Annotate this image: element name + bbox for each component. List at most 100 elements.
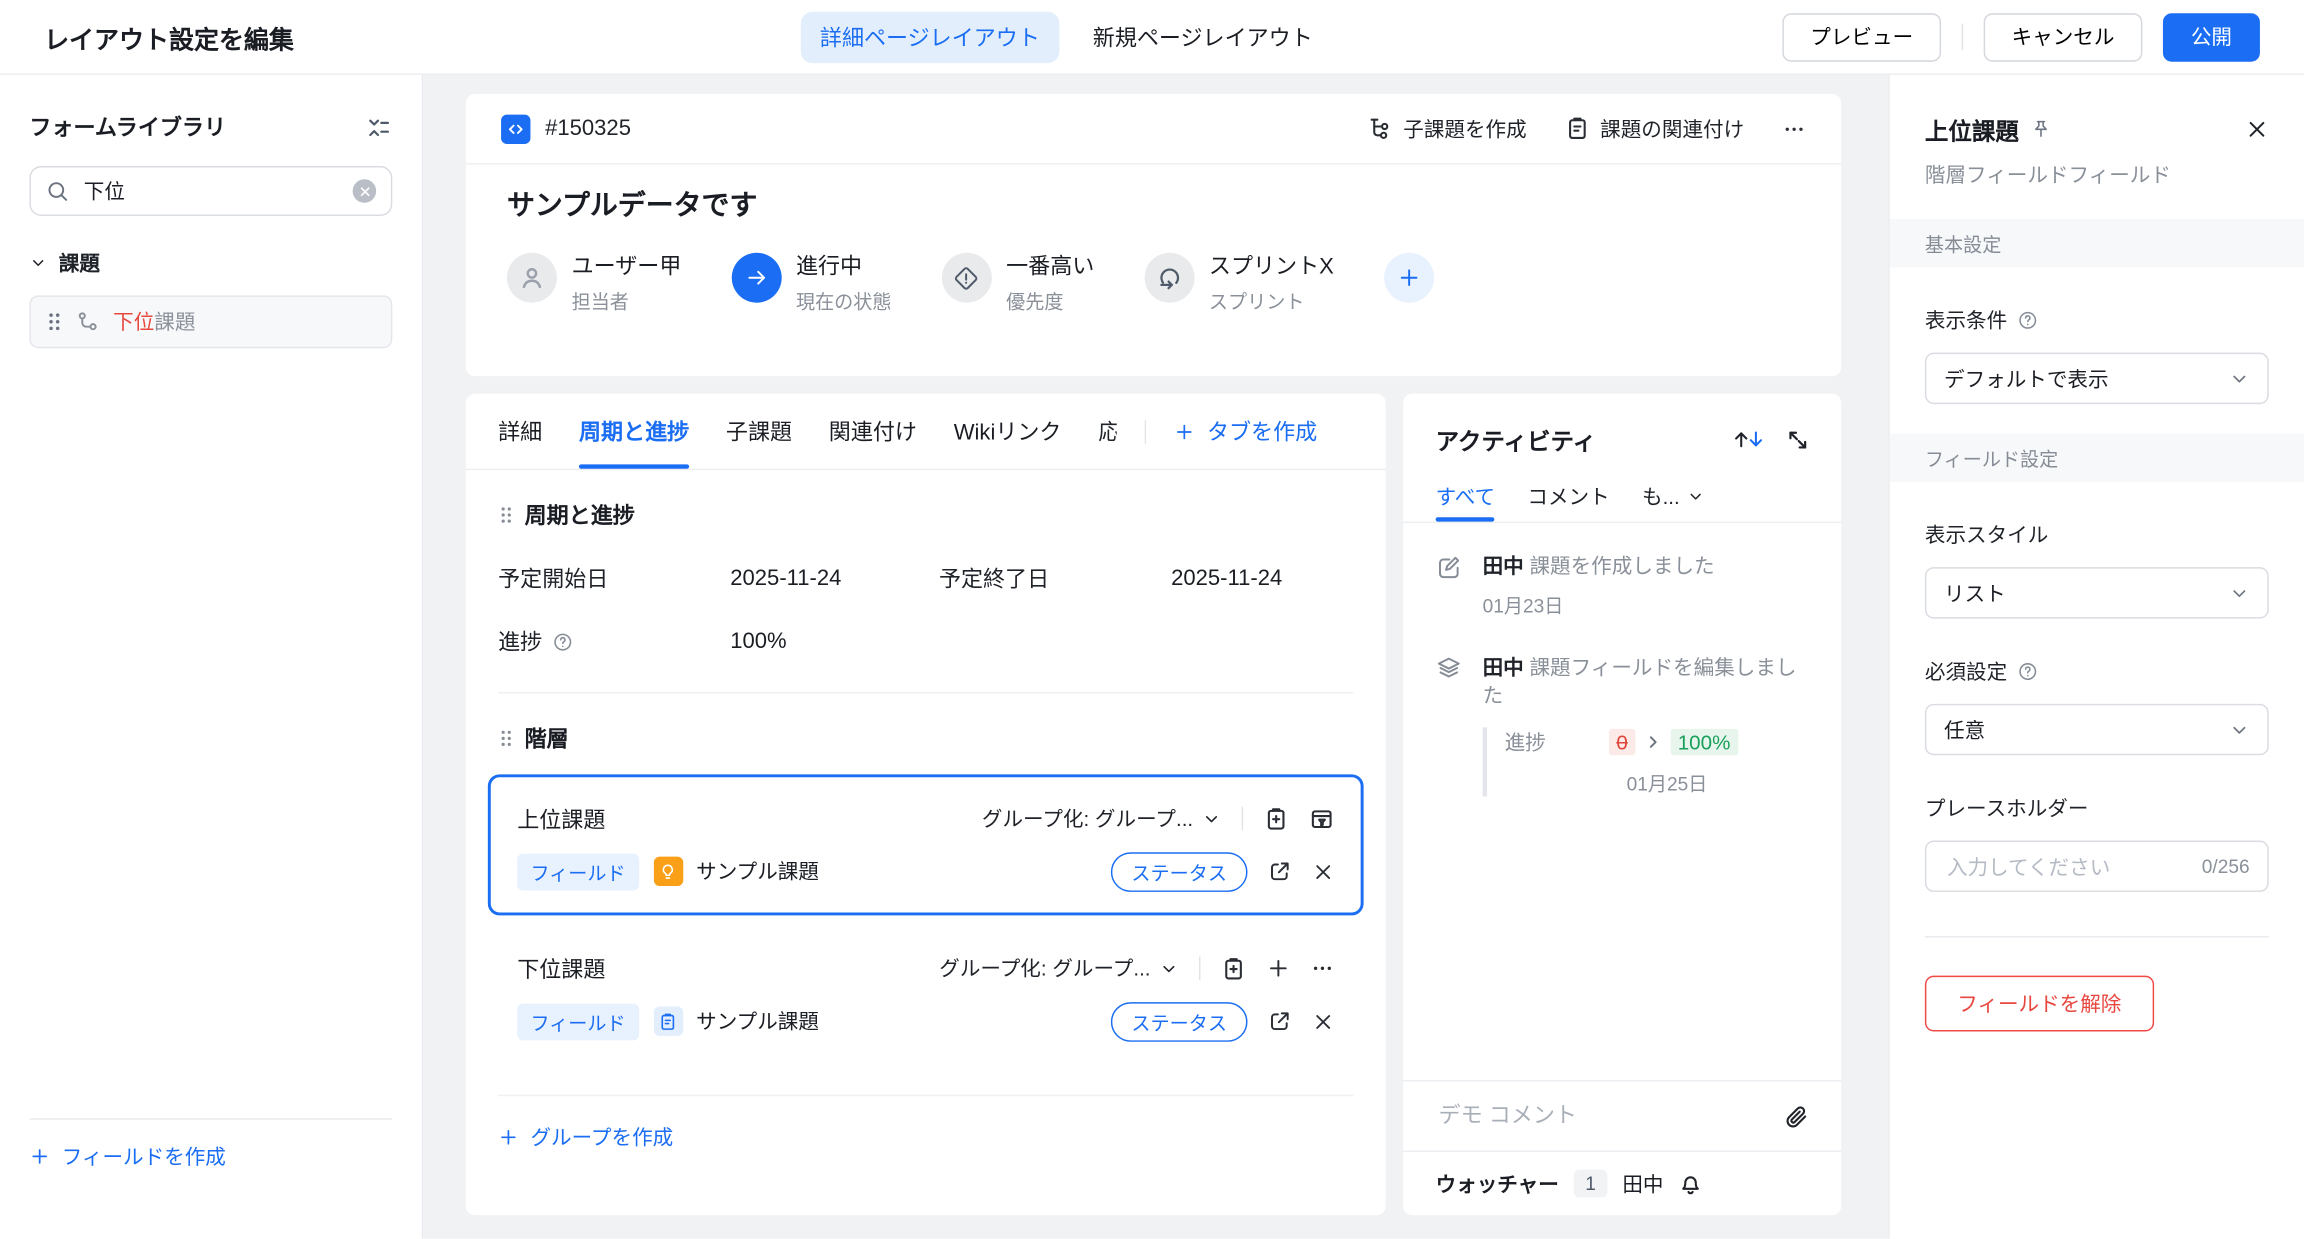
display-condition-select[interactable]: デフォルトで表示 (1924, 352, 2269, 405)
cancel-button[interactable]: キャンセル (1983, 12, 2143, 61)
field-value[interactable]: 2025-11-24 (730, 566, 939, 591)
chevron-down-icon (1159, 959, 1178, 978)
page-title: レイアウト設定を編集 (44, 25, 294, 54)
comment-box[interactable] (1403, 1079, 1842, 1151)
group-parent-issue[interactable]: 上位課題 グループ化: グループ... フィールド サンプル課題 ステータス (487, 774, 1364, 916)
watcher-count-badge[interactable]: 1 (1573, 1169, 1608, 1198)
field-status[interactable]: 進行中 現在の状態 (731, 252, 892, 315)
remove-icon[interactable] (1312, 1010, 1334, 1032)
activity-item: 田中 課題を作成しました 01月23日 (1436, 552, 1809, 618)
create-tab-button[interactable]: タブを作成 (1175, 416, 1317, 447)
tab-links[interactable]: 関連付け (829, 394, 917, 469)
sidebar-item-subissue-field[interactable]: 下位課題 (29, 295, 393, 349)
add-icon[interactable] (1267, 957, 1291, 981)
watcher-label: ウォッチャー (1435, 1171, 1559, 1196)
drag-handle-icon[interactable] (498, 727, 514, 749)
comment-input[interactable] (1435, 1102, 1770, 1130)
attachment-icon[interactable] (1784, 1104, 1809, 1129)
layout-mode-tabs: 詳細ページレイアウト 新規ページレイアウト (800, 0, 1332, 73)
tab-truncated[interactable]: 応 (1098, 394, 1117, 469)
field-change: 進捗 0 100% 01月25日 (1482, 727, 1809, 797)
create-subissue-button[interactable]: 子課題を作成 (1368, 114, 1527, 143)
watcher-row: ウォッチャー 1 田中 (1403, 1150, 1842, 1216)
collapse-panel-icon[interactable] (366, 114, 392, 140)
activity-tab-all[interactable]: すべて (1435, 472, 1496, 522)
open-in-new-icon[interactable] (1268, 860, 1292, 884)
chevron-down-icon (2229, 368, 2250, 389)
tab-subissues[interactable]: 子課題 (726, 394, 792, 469)
open-in-new-icon[interactable] (1268, 1009, 1292, 1033)
paste-field-icon[interactable] (1264, 806, 1289, 831)
plus-icon (1175, 421, 1196, 442)
more-actions-icon[interactable] (1782, 117, 1806, 141)
field-tag: フィールド (517, 1002, 639, 1040)
display-style-select[interactable]: リスト (1924, 567, 2269, 619)
paste-field-icon[interactable] (1221, 956, 1246, 981)
field-sprint[interactable]: スプリントX スプリント (1144, 252, 1334, 315)
tab-cycle-progress[interactable]: 周期と進捗 (578, 394, 690, 469)
clear-search-icon[interactable] (352, 179, 377, 203)
drag-handle-icon[interactable] (498, 504, 514, 526)
status-column-pill: ステータス (1110, 1001, 1248, 1042)
field-assignee[interactable]: ユーザー甲 担当者 (506, 252, 681, 315)
subissue-icon (1368, 116, 1393, 141)
remove-field-button[interactable]: フィールドを解除 (1924, 975, 2154, 1032)
link-issue-button[interactable]: 課題の関連付け (1565, 114, 1744, 143)
field-search-box[interactable] (29, 166, 393, 216)
activity-panel: アクティビティ すべて コメント も... 田中 課題を作成しました 01月23… (1403, 393, 1842, 1216)
placeholder-input-box[interactable]: 0/256 (1924, 840, 2269, 892)
tab-detail[interactable]: 詳細 (498, 394, 542, 469)
group-label: 課題 (58, 251, 100, 275)
detail-tabs: 詳細 周期と進捗 子課題 関連付け Wikiリンク 応 タブを作成 (465, 394, 1386, 471)
tab-detail-page-layout[interactable]: 詳細ページレイアウト (800, 11, 1059, 63)
issue-title: サンプルデータです (506, 191, 758, 222)
pin-icon[interactable] (2031, 119, 2052, 140)
expand-icon[interactable] (1787, 428, 1809, 450)
help-icon[interactable] (553, 631, 574, 652)
avatar (506, 252, 557, 303)
section-hierarchy: 階層 上位課題 グループ化: グループ... フィールド サンプル課題 ステータ… (466, 694, 1386, 1066)
remove-icon[interactable] (1312, 860, 1334, 882)
publish-button[interactable]: 公開 (2162, 12, 2260, 61)
placeholder-input[interactable] (1943, 852, 2191, 880)
drag-handle-icon[interactable] (46, 310, 64, 334)
activity-tab-comments[interactable]: コメント (1527, 472, 1609, 522)
display-style-label: 表示スタイル (1924, 523, 2049, 547)
preview-button[interactable]: プレビュー (1782, 12, 1942, 61)
field-value[interactable]: 2025-11-24 (1171, 566, 1353, 591)
help-icon[interactable] (2017, 661, 2038, 682)
divider (1961, 23, 1964, 50)
search-icon (46, 179, 70, 203)
chevron-down-icon (2229, 583, 2250, 604)
sort-order-icon[interactable] (1731, 429, 1766, 450)
chevron-down-icon (2229, 719, 2250, 740)
search-input[interactable] (80, 177, 341, 205)
sample-issue-icon (653, 856, 683, 887)
create-field-link[interactable]: フィールドを作成 (29, 1142, 226, 1171)
issue-detail-panel: 詳細 周期と進捗 子課題 関連付け Wikiリンク 応 タブを作成 (465, 393, 1386, 1216)
activity-date: 01月23日 (1482, 595, 1564, 618)
close-icon[interactable] (2245, 118, 2269, 142)
issue-id: #150325 (545, 116, 631, 142)
group-child-issue[interactable]: 下位課題 グループ化: グループ... フィールド サンプル課題 ステータス (488, 924, 1364, 1065)
more-icon[interactable] (1311, 957, 1335, 981)
create-group-link[interactable]: グループを作成 (498, 1123, 673, 1152)
field-priority[interactable]: 一番高い 優先度 (941, 252, 1094, 315)
field-value[interactable]: 100% (730, 629, 939, 654)
required-setting-select[interactable]: 任意 (1924, 703, 2269, 756)
layout-editor: レイアウト設定を編集 詳細ページレイアウト 新規ページレイアウト プレビュー キ… (0, 0, 2304, 1239)
top-bar-actions: プレビュー キャンセル 公開 (1782, 12, 2260, 61)
field-label: 予定終了日 (938, 567, 1050, 593)
grouping-dropdown[interactable]: グループ化: グループ... (939, 954, 1178, 983)
help-icon[interactable] (2017, 310, 2038, 331)
activity-tab-more[interactable]: も... (1642, 472, 1705, 522)
add-field-button[interactable] (1383, 252, 1434, 303)
tab-new-page-layout[interactable]: 新規ページレイアウト (1074, 11, 1332, 62)
view-filter-icon[interactable] (1309, 806, 1334, 831)
issue-type-icon (501, 113, 531, 144)
bell-icon[interactable] (1678, 1171, 1703, 1196)
sidebar-group-issue[interactable]: 課題 (29, 248, 392, 277)
divider (1924, 935, 2269, 938)
tab-wiki-links[interactable]: Wikiリンク (954, 394, 1062, 469)
grouping-dropdown[interactable]: グループ化: グループ... (982, 804, 1221, 833)
